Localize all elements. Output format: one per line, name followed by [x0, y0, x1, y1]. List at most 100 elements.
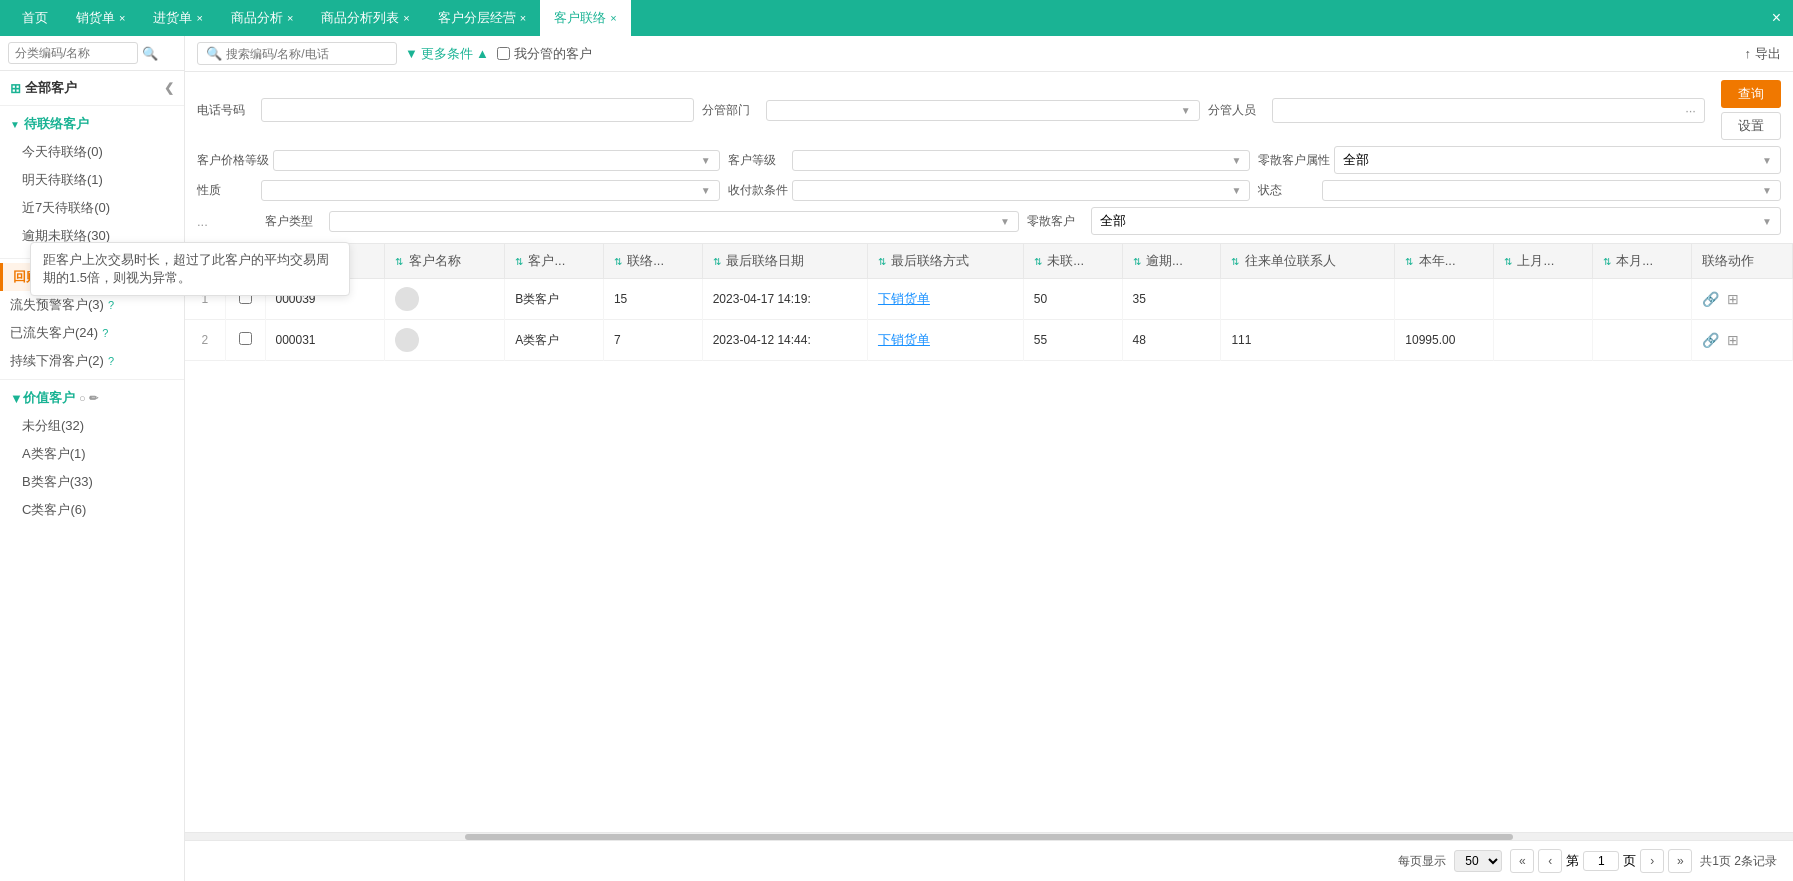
- staff-select[interactable]: ···: [1272, 98, 1705, 123]
- value-customer-group-title[interactable]: ▼ 价值客户 ○ ✏: [0, 384, 184, 412]
- my-customer-label: 我分管的客户: [514, 45, 592, 63]
- window-close-icon[interactable]: ×: [1772, 9, 1781, 27]
- th-last-contact-date[interactable]: ⇅ 最后联络日期: [702, 244, 867, 279]
- td-name-2[interactable]: [385, 320, 505, 361]
- my-customer-checkbox[interactable]: [497, 47, 510, 60]
- last-page-btn[interactable]: »: [1668, 849, 1692, 873]
- row-checkbox-2[interactable]: [239, 332, 252, 345]
- retail-attr-caret-icon: ▼: [1762, 155, 1772, 166]
- action-grid-icon-2[interactable]: ⊞: [1727, 332, 1739, 348]
- sidebar-item-b-class[interactable]: B类客户(33): [0, 468, 184, 496]
- th-last-month[interactable]: ⇅ 上月...: [1494, 244, 1593, 279]
- customer-grade-select[interactable]: ▼: [792, 150, 1251, 171]
- more-dots-label[interactable]: ...: [197, 214, 208, 229]
- nav-customer-contact-label: 客户联络: [554, 9, 606, 27]
- scrollbar-thumb[interactable]: [465, 834, 1513, 840]
- th-type[interactable]: ⇅ 客户...: [505, 244, 604, 279]
- th-this-month[interactable]: ⇅ 本月...: [1592, 244, 1691, 279]
- th-contact-count[interactable]: ⇅ 联络...: [603, 244, 702, 279]
- sidebar-item-a-class[interactable]: A类客户(1): [0, 440, 184, 468]
- nav-customer-tier[interactable]: 客户分层经营 ×: [424, 0, 540, 36]
- th-contact-person-label: 往来单位联系人: [1245, 253, 1336, 268]
- filter-payment: 收付款条件 ▼: [728, 180, 1251, 201]
- per-page-select[interactable]: 50: [1454, 850, 1502, 872]
- nav-sales[interactable]: 销货单 ×: [62, 0, 139, 36]
- search-input[interactable]: [226, 47, 386, 61]
- staff-dots-icon[interactable]: ···: [1685, 103, 1696, 118]
- sidebar-collapse-icon[interactable]: ❮: [164, 81, 174, 95]
- sidebar-item-churned[interactable]: 已流失客户(24) ?: [0, 319, 184, 347]
- status-select[interactable]: ▼: [1322, 180, 1781, 201]
- first-page-btn[interactable]: «: [1510, 849, 1534, 873]
- my-customer-filter[interactable]: 我分管的客户: [497, 45, 592, 63]
- filter-status: 状态 ▼: [1258, 180, 1781, 201]
- nav-sales-label: 销货单: [76, 9, 115, 27]
- nav-purchase[interactable]: 进货单 ×: [139, 0, 216, 36]
- nav-purchase-close[interactable]: ×: [196, 12, 202, 24]
- sidebar-item-7days[interactable]: 近7天待联络(0): [0, 194, 184, 222]
- sidebar-item-c-class[interactable]: C类客户(6): [0, 496, 184, 524]
- pending-contact-title[interactable]: ▼ 待联络客户: [0, 110, 184, 138]
- export-button[interactable]: ↑ 导出: [1745, 45, 1782, 63]
- table-header-row: ⚙ ⇅ 客户编码 ⇅ 客户名称: [185, 244, 1793, 279]
- price-grade-select[interactable]: ▼: [273, 150, 720, 171]
- th-annual[interactable]: ⇅ 本年...: [1395, 244, 1494, 279]
- status-label: 状态: [1258, 182, 1318, 199]
- sidebar-search-input[interactable]: [8, 42, 138, 64]
- action-link-icon-2[interactable]: 🔗: [1702, 332, 1719, 348]
- grid-icon: ⊞: [10, 81, 21, 96]
- nav-home[interactable]: 首页: [8, 0, 62, 36]
- page-input[interactable]: [1583, 851, 1619, 871]
- action-link-icon-1[interactable]: 🔗: [1702, 291, 1719, 307]
- sidebar-item-declining[interactable]: 持续下滑客户(2) ?: [0, 347, 184, 375]
- th-uncontacted[interactable]: ⇅ 未联...: [1023, 244, 1122, 279]
- value-customer-edit-icon[interactable]: ○ ✏: [79, 392, 98, 405]
- export-icon: ↑: [1745, 46, 1752, 61]
- th-name[interactable]: ⇅ 客户名称: [385, 244, 505, 279]
- sidebar-item-today[interactable]: 今天待联络(0): [0, 138, 184, 166]
- td-seq-2: 2: [185, 320, 225, 361]
- nav-product-analysis-label: 商品分析: [231, 9, 283, 27]
- prev-page-btn[interactable]: ‹: [1538, 849, 1562, 873]
- sidebar-search-icon[interactable]: 🔍: [142, 46, 158, 61]
- filter-customer-type: 客户类型 ▼: [265, 211, 1019, 232]
- nav-customer-contact-close[interactable]: ×: [610, 12, 616, 24]
- nav-customer-tier-close[interactable]: ×: [520, 12, 526, 24]
- table-wrapper[interactable]: ⚙ ⇅ 客户编码 ⇅ 客户名称: [185, 244, 1793, 832]
- nav-product-analysis-list[interactable]: 商品分析列表 ×: [307, 0, 423, 36]
- nav-product-analysis-list-close[interactable]: ×: [403, 12, 409, 24]
- td-last-contact-method-1[interactable]: 下销货单: [867, 279, 1023, 320]
- query-button[interactable]: 查询: [1721, 80, 1781, 108]
- all-customers-label: 全部客户: [25, 79, 77, 97]
- nav-sales-close[interactable]: ×: [119, 12, 125, 24]
- td-last-contact-method-2[interactable]: 下销货单: [867, 320, 1023, 361]
- gender-select[interactable]: ▼: [261, 180, 720, 201]
- td-check-2[interactable]: [225, 320, 265, 361]
- 7days-contact-label: 近7天待联络(0): [22, 199, 110, 217]
- filter-toolbar: 🔍 ▼ 更多条件 ▲ 我分管的客户 ↑ 导出: [185, 36, 1793, 72]
- nav-customer-contact[interactable]: 客户联络 ×: [540, 0, 630, 36]
- sidebar-item-ungroup[interactable]: 未分组(32): [0, 412, 184, 440]
- nav-product-analysis[interactable]: 商品分析 ×: [217, 0, 307, 36]
- retail-customer-select[interactable]: 全部 ▼: [1091, 207, 1781, 235]
- action-grid-icon-1[interactable]: ⊞: [1727, 291, 1739, 307]
- retail-attr-select[interactable]: 全部 ▼: [1334, 146, 1781, 174]
- contact-method-link-1[interactable]: 下销货单: [878, 291, 930, 306]
- customer-type-select[interactable]: ▼: [329, 211, 1019, 232]
- td-name-1[interactable]: [385, 279, 505, 320]
- sidebar-all-customers[interactable]: ⊞ 全部客户 ❮: [0, 71, 184, 106]
- th-last-contact-method[interactable]: ⇅ 最后联络方式: [867, 244, 1023, 279]
- sort-icon-annual: ⇅: [1405, 256, 1413, 267]
- phone-input[interactable]: [261, 98, 694, 122]
- payment-select[interactable]: ▼: [792, 180, 1251, 201]
- th-contact-person[interactable]: ⇅ 往来单位联系人: [1221, 244, 1395, 279]
- table-horizontal-scrollbar[interactable]: [185, 832, 1793, 840]
- filter-more-btn[interactable]: ▼ 更多条件 ▲: [405, 45, 489, 63]
- dept-select[interactable]: ▼: [766, 100, 1199, 121]
- th-overdue[interactable]: ⇅ 逾期...: [1122, 244, 1221, 279]
- next-page-btn[interactable]: ›: [1640, 849, 1664, 873]
- setting-button[interactable]: 设置: [1721, 112, 1781, 140]
- sidebar-item-tomorrow[interactable]: 明天待联络(1): [0, 166, 184, 194]
- nav-product-analysis-close[interactable]: ×: [287, 12, 293, 24]
- contact-method-link-2[interactable]: 下销货单: [878, 332, 930, 347]
